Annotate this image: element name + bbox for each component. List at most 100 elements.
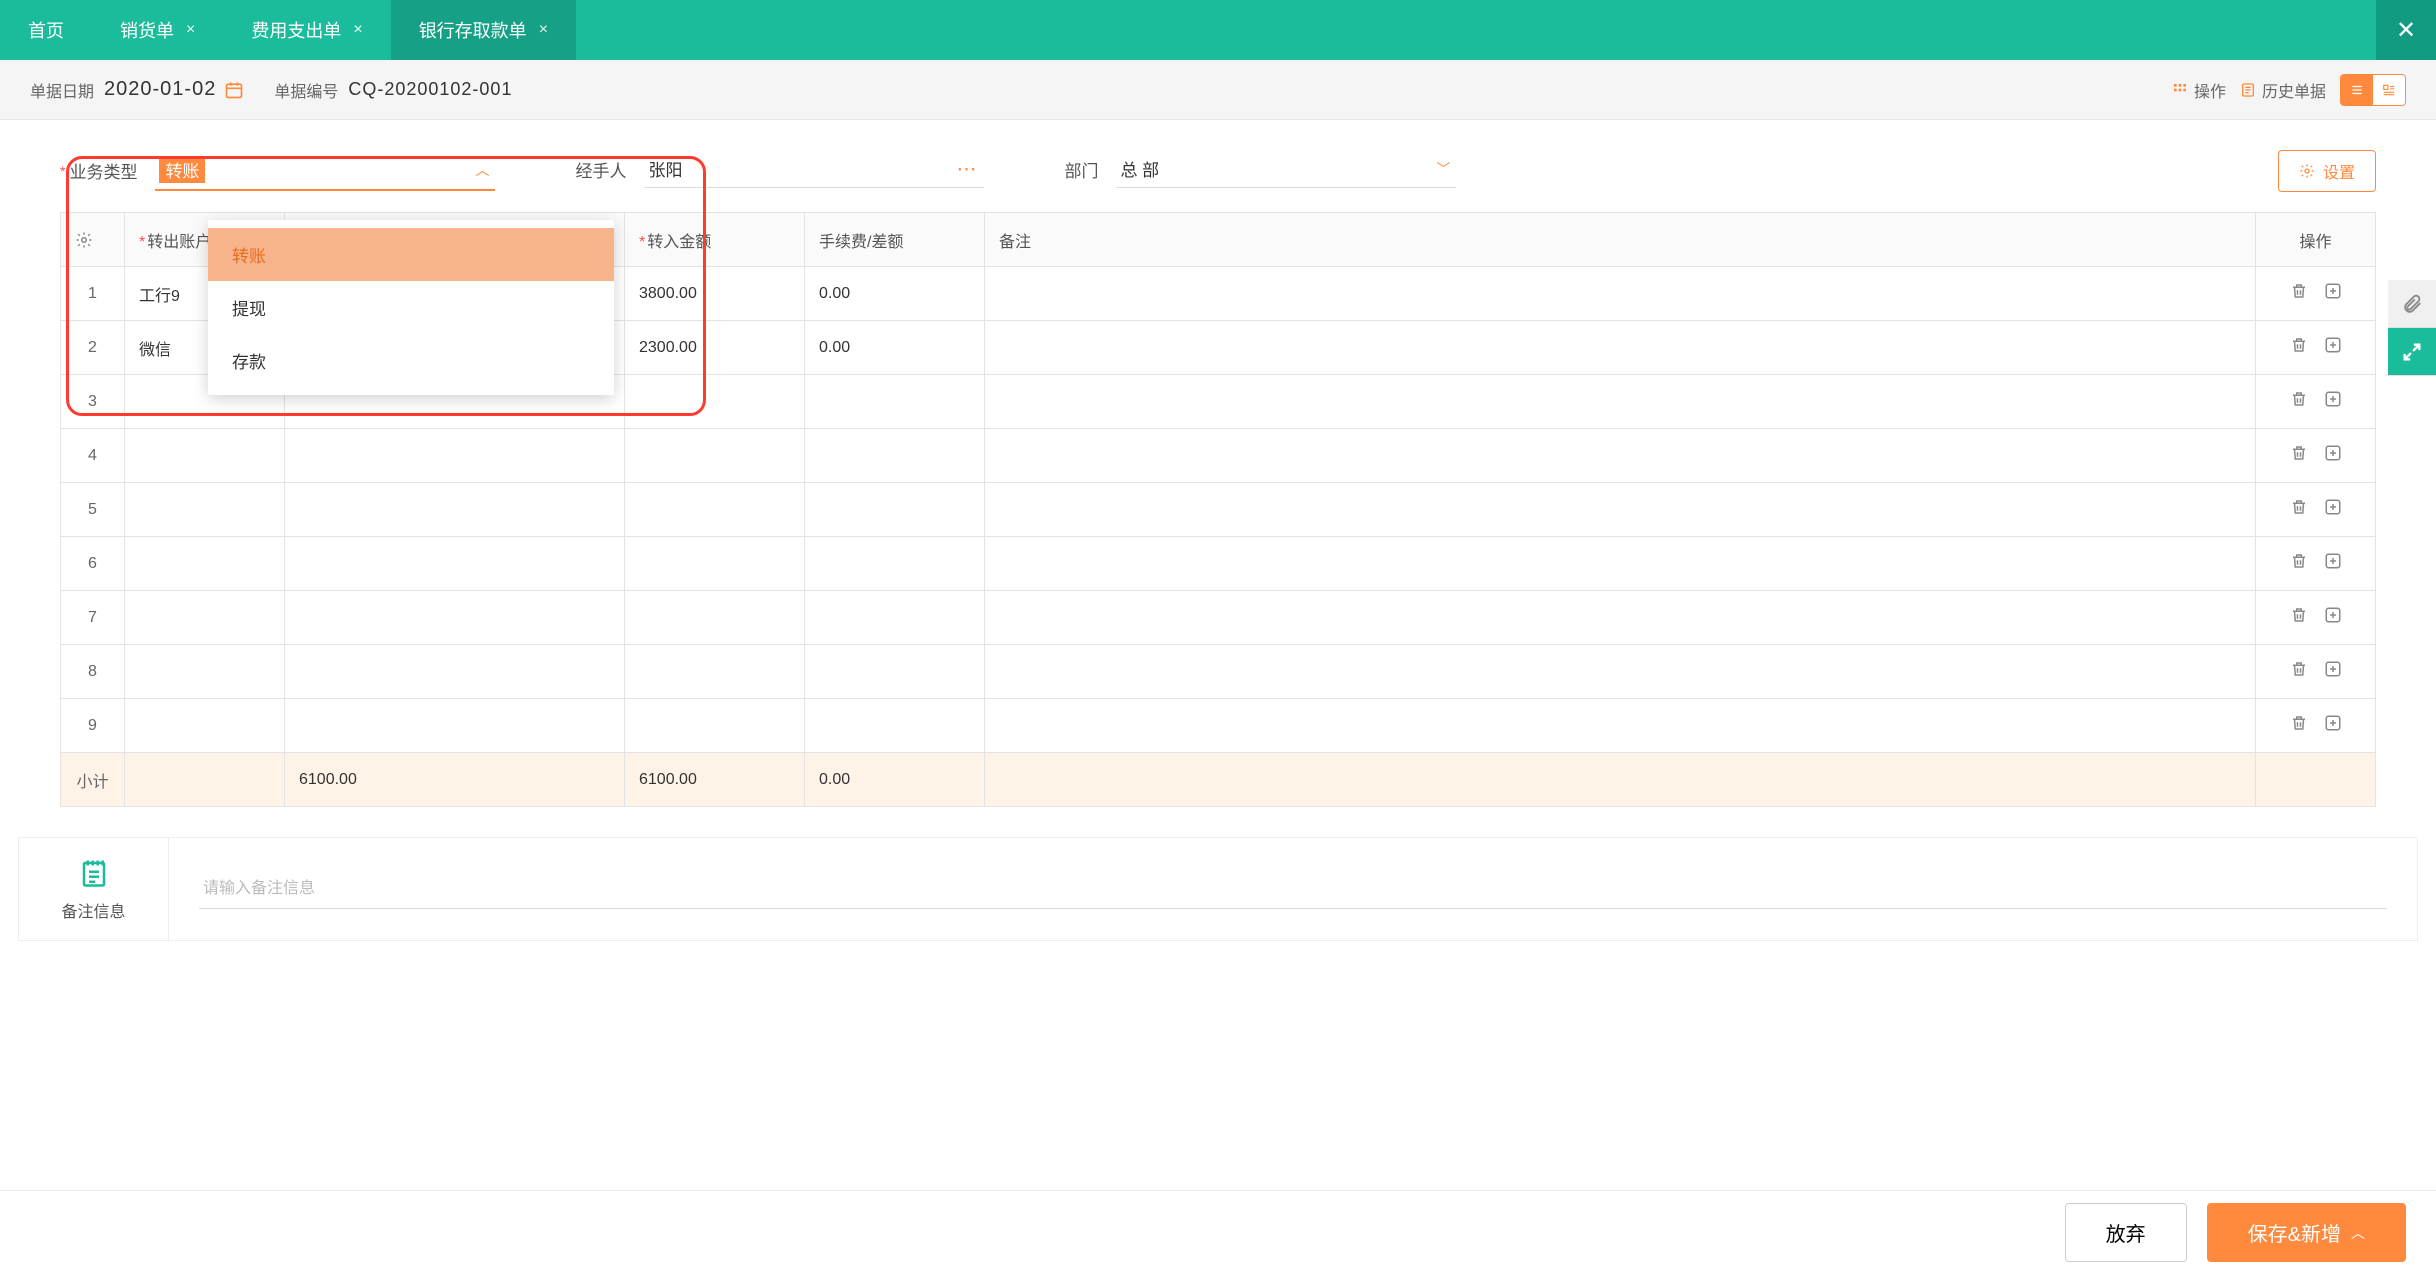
delete-row-icon[interactable] bbox=[2290, 606, 2308, 624]
cell-out-amount[interactable] bbox=[285, 699, 625, 753]
attachment-button[interactable] bbox=[2388, 280, 2436, 328]
grid-icon bbox=[2172, 82, 2188, 98]
expand-button[interactable] bbox=[2388, 328, 2436, 376]
delete-row-icon[interactable] bbox=[2290, 336, 2308, 354]
tab-sales[interactable]: 销货单× bbox=[92, 0, 223, 60]
more-icon[interactable]: ⋯ bbox=[956, 156, 978, 181]
column-remark: 备注 bbox=[985, 213, 2256, 267]
dropdown-option-transfer[interactable]: 转账 bbox=[208, 228, 614, 281]
view-form-button[interactable] bbox=[2373, 75, 2405, 105]
delete-row-icon[interactable] bbox=[2290, 714, 2308, 732]
add-row-icon[interactable] bbox=[2324, 606, 2342, 624]
column-gear[interactable] bbox=[61, 213, 125, 267]
close-icon[interactable]: × bbox=[186, 21, 195, 39]
add-row-icon[interactable] bbox=[2324, 498, 2342, 516]
table-row[interactable]: 5 bbox=[61, 483, 2376, 537]
save-and-new-button[interactable]: 保存&新增 ︿ bbox=[2207, 1203, 2406, 1262]
row-index: 8 bbox=[61, 645, 125, 699]
cell-out-amount[interactable] bbox=[285, 645, 625, 699]
delete-row-icon[interactable] bbox=[2290, 660, 2308, 678]
discard-button[interactable]: 放弃 bbox=[2065, 1203, 2187, 1262]
cell-remark[interactable] bbox=[985, 375, 2256, 429]
cell-remark[interactable] bbox=[985, 321, 2256, 375]
cell-remark[interactable] bbox=[985, 699, 2256, 753]
cell-fee[interactable] bbox=[805, 645, 985, 699]
cell-fee[interactable] bbox=[805, 375, 985, 429]
cell-out-account[interactable] bbox=[125, 429, 285, 483]
cell-fee[interactable] bbox=[805, 429, 985, 483]
cell-actions bbox=[2256, 375, 2376, 429]
cell-in-amount[interactable] bbox=[625, 429, 805, 483]
cell-in-amount[interactable] bbox=[625, 537, 805, 591]
tabbar-close-button[interactable]: ✕ bbox=[2376, 0, 2436, 60]
table-row[interactable]: 7 bbox=[61, 591, 2376, 645]
doc-no-label: 单据编号 bbox=[274, 78, 338, 102]
add-row-icon[interactable] bbox=[2324, 336, 2342, 354]
table-row[interactable]: 8 bbox=[61, 645, 2376, 699]
cell-remark[interactable] bbox=[985, 267, 2256, 321]
delete-row-icon[interactable] bbox=[2290, 498, 2308, 516]
handler-input[interactable]: 张阳 ⋯ bbox=[644, 150, 984, 188]
add-row-icon[interactable] bbox=[2324, 444, 2342, 462]
cell-in-amount[interactable] bbox=[625, 645, 805, 699]
delete-row-icon[interactable] bbox=[2290, 444, 2308, 462]
cell-out-account[interactable] bbox=[125, 591, 285, 645]
ops-button[interactable]: 操作 bbox=[2172, 78, 2226, 102]
table-row[interactable]: 4 bbox=[61, 429, 2376, 483]
required-mark: * bbox=[60, 163, 65, 179]
cell-fee[interactable]: 0.00 bbox=[805, 267, 985, 321]
table-row[interactable]: 9 bbox=[61, 699, 2376, 753]
row-index: 1 bbox=[61, 267, 125, 321]
dropdown-option-deposit[interactable]: 存款 bbox=[208, 334, 614, 387]
cell-remark[interactable] bbox=[985, 429, 2256, 483]
cell-in-amount[interactable] bbox=[625, 483, 805, 537]
business-type-field: * 业务类型 转账 ︿ bbox=[60, 150, 495, 191]
cell-in-amount[interactable] bbox=[625, 375, 805, 429]
table-row[interactable]: 6 bbox=[61, 537, 2376, 591]
cell-fee[interactable] bbox=[805, 699, 985, 753]
cell-fee[interactable] bbox=[805, 483, 985, 537]
settings-button[interactable]: 设置 bbox=[2278, 150, 2376, 192]
cell-out-amount[interactable] bbox=[285, 591, 625, 645]
cell-in-amount[interactable]: 3800.00 bbox=[625, 267, 805, 321]
tab-home[interactable]: 首页 bbox=[0, 0, 92, 60]
cell-in-amount[interactable] bbox=[625, 699, 805, 753]
add-row-icon[interactable] bbox=[2324, 282, 2342, 300]
tab-expense-label: 费用支出单 bbox=[251, 17, 341, 43]
close-icon[interactable]: × bbox=[353, 21, 362, 39]
cell-in-amount[interactable]: 2300.00 bbox=[625, 321, 805, 375]
cell-out-amount[interactable] bbox=[285, 537, 625, 591]
delete-row-icon[interactable] bbox=[2290, 552, 2308, 570]
cell-in-amount[interactable] bbox=[625, 591, 805, 645]
cell-fee[interactable]: 0.00 bbox=[805, 321, 985, 375]
doc-date-value[interactable]: 2020-01-02 bbox=[104, 78, 216, 101]
cell-fee[interactable] bbox=[805, 537, 985, 591]
cell-remark[interactable] bbox=[985, 537, 2256, 591]
cell-out-account[interactable] bbox=[125, 645, 285, 699]
cell-remark[interactable] bbox=[985, 645, 2256, 699]
delete-row-icon[interactable] bbox=[2290, 390, 2308, 408]
dept-select[interactable]: 总 部 ﹀ bbox=[1116, 150, 1456, 188]
dropdown-option-withdraw[interactable]: 提现 bbox=[208, 281, 614, 334]
tab-expense[interactable]: 费用支出单 × bbox=[223, 0, 390, 60]
cell-out-amount[interactable] bbox=[285, 429, 625, 483]
add-row-icon[interactable] bbox=[2324, 552, 2342, 570]
cell-out-account[interactable] bbox=[125, 699, 285, 753]
history-button[interactable]: 历史单据 bbox=[2240, 78, 2326, 102]
cell-out-account[interactable] bbox=[125, 483, 285, 537]
close-icon[interactable]: × bbox=[539, 21, 548, 39]
cell-remark[interactable] bbox=[985, 591, 2256, 645]
cell-fee[interactable] bbox=[805, 591, 985, 645]
view-list-button[interactable] bbox=[2341, 75, 2373, 105]
add-row-icon[interactable] bbox=[2324, 390, 2342, 408]
tab-bank-transfer[interactable]: 银行存取款单× bbox=[391, 0, 576, 60]
cell-out-account[interactable] bbox=[125, 537, 285, 591]
calendar-icon[interactable] bbox=[224, 80, 244, 100]
business-type-select[interactable]: 转账 ︿ bbox=[155, 150, 495, 191]
add-row-icon[interactable] bbox=[2324, 660, 2342, 678]
remarks-input[interactable] bbox=[199, 870, 2387, 909]
delete-row-icon[interactable] bbox=[2290, 282, 2308, 300]
cell-remark[interactable] bbox=[985, 483, 2256, 537]
add-row-icon[interactable] bbox=[2324, 714, 2342, 732]
cell-out-amount[interactable] bbox=[285, 483, 625, 537]
